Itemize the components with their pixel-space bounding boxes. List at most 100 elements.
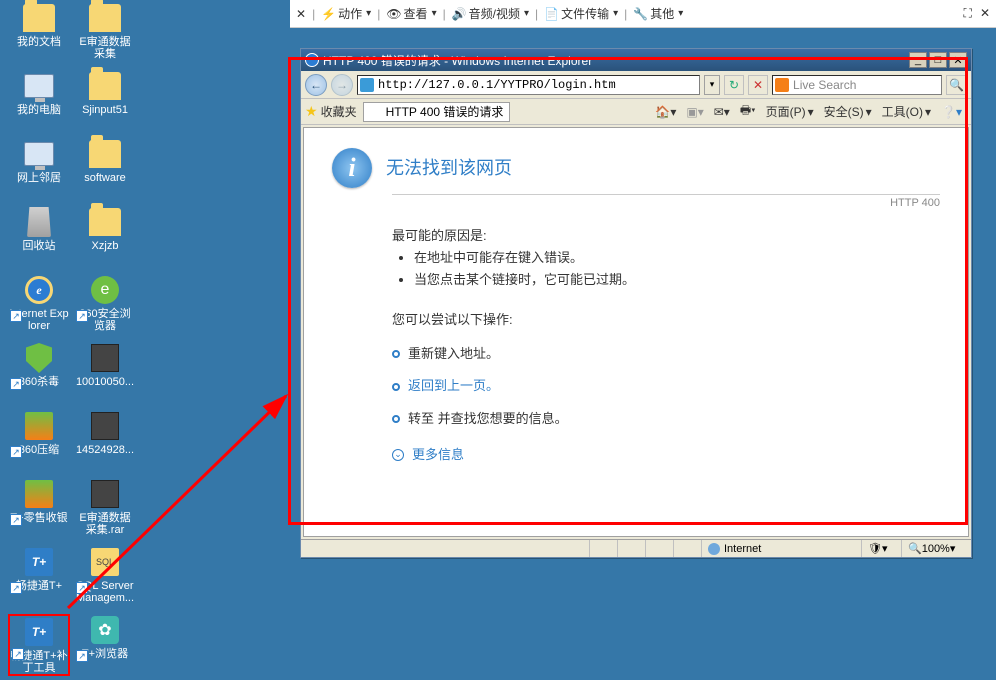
status-zone[interactable]: Internet	[701, 540, 861, 557]
desktop-icon-xzjzb[interactable]: Xzjzb	[74, 206, 136, 268]
toolbar-view[interactable]: 👁查看	[386, 5, 436, 22]
home-button[interactable]: 🏠▾	[650, 101, 681, 123]
favorites-bar: ★ 收藏夹 HTTP 400 错误的请求 🏠▾ ▣▾ ✉▾ 🖶▾ 页面(P)▾ …	[301, 99, 971, 125]
desktop-icon-software[interactable]: software	[74, 138, 136, 200]
toolbar-close[interactable]: ✕	[296, 7, 306, 21]
refresh-button[interactable]: ↻	[724, 75, 744, 95]
action-goto: 转至 并查找您想要的信息。	[408, 408, 568, 430]
http-code: HTTP 400	[392, 194, 940, 209]
desktop-icon-mycomputer[interactable]: 我的电脑	[8, 70, 70, 132]
favorites-button[interactable]: ★ 收藏夹	[305, 103, 357, 120]
browser-icon: e	[91, 276, 119, 304]
desktop-icon-eaudit-rar[interactable]: E审通数据采集.rar	[74, 478, 136, 540]
reason-item: 在地址中可能存在键入错误。	[414, 247, 940, 269]
action-back-link[interactable]: 返回到上一页。	[408, 375, 499, 397]
ie-window: HTTP 400 错误的请求 - Windows Internet Explor…	[300, 48, 972, 558]
try-section: 您可以尝试以下操作: 重新键入地址。 返回到上一页。 转至 并查找您想要的信息。…	[392, 309, 940, 465]
status-cell	[673, 540, 701, 557]
file-icon	[91, 412, 119, 440]
desktop-icon-file2[interactable]: 14524928...	[74, 410, 136, 472]
desktop-icons: 我的文档 我的电脑 网上邻居 回收站 eInternet Explorer 36…	[8, 0, 158, 680]
desktop-icon-tplus[interactable]: T+畅捷通T+	[8, 546, 70, 608]
status-cell	[645, 540, 673, 557]
toolbar-filetransfer[interactable]: 📄文件传输	[544, 5, 618, 22]
status-protected[interactable]: 🛡▾	[861, 540, 901, 557]
page-menu[interactable]: 页面(P)▾	[761, 101, 819, 123]
ie-titlebar[interactable]: HTTP 400 错误的请求 - Windows Internet Explor…	[301, 49, 971, 71]
error-heading: 无法找到该网页	[386, 154, 512, 180]
page-content: i 无法找到该网页 HTTP 400 最可能的原因是: 在地址中可能存在键入错误…	[303, 127, 969, 537]
stop-button[interactable]: ✕	[748, 75, 768, 95]
help-button[interactable]: ❔▾	[936, 101, 967, 123]
toolbar-other[interactable]: 🔧其他	[633, 5, 683, 22]
chevron-icon: ⌄	[392, 449, 404, 461]
zip-icon	[25, 412, 53, 440]
browser-tab[interactable]: HTTP 400 错误的请求	[363, 102, 511, 122]
search-placeholder: Live Search	[793, 78, 856, 92]
desktop-icon-ie[interactable]: eInternet Explorer	[8, 274, 70, 336]
bullet-icon	[392, 350, 400, 358]
mail-button[interactable]: ✉▾	[709, 101, 735, 123]
maximize-button[interactable]: □	[929, 52, 947, 68]
desktop-icon-recyclebin[interactable]: 回收站	[8, 206, 70, 268]
desktop-icon-mydocs[interactable]: 我的文档	[8, 2, 70, 64]
retail-icon	[25, 480, 53, 508]
status-cell	[617, 540, 645, 557]
bullet-icon	[392, 383, 400, 391]
address-bar[interactable]: http://127.0.0.1/YYTPRO/login.htm	[357, 75, 700, 95]
globe-icon	[360, 78, 374, 92]
reason-title: 最可能的原因是:	[392, 225, 940, 247]
bin-icon	[27, 207, 51, 237]
desktop-background: 我的文档 我的电脑 网上邻居 回收站 eInternet Explorer 36…	[0, 0, 996, 666]
status-zoom[interactable]: 🔍100% ▾	[901, 540, 971, 557]
more-info-link[interactable]: 更多信息	[412, 444, 464, 466]
status-cell	[589, 540, 617, 557]
address-dropdown[interactable]: ▾	[704, 75, 720, 95]
folder-icon	[23, 4, 55, 32]
desktop-icon-network[interactable]: 网上邻居	[8, 138, 70, 200]
try-title: 您可以尝试以下操作:	[392, 309, 940, 331]
desktop-icon-360browser[interactable]: e360安全浏览器	[74, 274, 136, 336]
desktop-icon-file1[interactable]: 10010050...	[74, 342, 136, 404]
back-button[interactable]: ←	[305, 74, 327, 96]
safety-menu[interactable]: 安全(S)▾	[819, 101, 877, 123]
sql-icon: SQL	[91, 548, 119, 576]
folder-icon	[89, 72, 121, 100]
rar-icon	[91, 480, 119, 508]
feed-button[interactable]: ▣▾	[681, 101, 708, 123]
bullet-icon	[392, 415, 400, 423]
forward-button[interactable]: →	[331, 74, 353, 96]
tab-title: HTTP 400 错误的请求	[386, 103, 504, 120]
search-go-button[interactable]: 🔍	[946, 75, 967, 95]
tools-menu[interactable]: 工具(O)▾	[877, 101, 936, 123]
status-bar: Internet 🛡▾ 🔍100% ▾	[301, 539, 971, 557]
reason-section: 最可能的原因是: 在地址中可能存在键入错误。 当您点击某个链接时，它可能已过期。	[392, 225, 940, 291]
print-button[interactable]: 🖶▾	[735, 101, 761, 123]
desktop-icon-sqlserver[interactable]: SQLSQL Server Managem...	[74, 546, 136, 608]
desktop-icon-eaudit[interactable]: E审通数据采集	[74, 2, 136, 64]
toolbar-action[interactable]: ⚡动作	[321, 5, 371, 22]
desktop-icon-tbrowser[interactable]: ✿T+浏览器	[74, 614, 136, 676]
search-box[interactable]: Live Search	[772, 75, 942, 95]
tplus-icon: T+	[25, 548, 53, 576]
desktop-icon-360zip[interactable]: 360压缩	[8, 410, 70, 472]
exit-icon[interactable]: ✕	[980, 6, 990, 21]
desktop-icon-sjinput[interactable]: Sjinput51	[74, 70, 136, 132]
desktop-icon-tplus-patch[interactable]: T+畅捷通T+补丁工具	[8, 614, 70, 676]
computer-icon	[24, 74, 54, 98]
minimize-button[interactable]: _	[909, 52, 927, 68]
folder-icon	[89, 208, 121, 236]
toolbar-av[interactable]: 🔊音频/视频	[452, 5, 529, 22]
fullscreen-icon[interactable]: ⛶	[964, 6, 972, 21]
close-button[interactable]: ✕	[949, 52, 967, 68]
url-text: http://127.0.0.1/YYTPRO/login.htm	[378, 78, 616, 92]
desktop-icon-tretail[interactable]: T+零售收银	[8, 478, 70, 540]
desktop-icon-360av[interactable]: 360杀毒	[8, 342, 70, 404]
action-retype: 重新键入地址。	[408, 343, 499, 365]
ie-icon: e	[25, 276, 53, 304]
nav-toolbar: ← → http://127.0.0.1/YYTPRO/login.htm ▾ …	[301, 71, 971, 99]
window-title: HTTP 400 错误的请求 - Windows Internet Explor…	[323, 52, 592, 69]
tplus-patch-icon: T+	[25, 618, 53, 646]
folder-icon	[89, 4, 121, 32]
star-icon: ★	[305, 103, 318, 120]
